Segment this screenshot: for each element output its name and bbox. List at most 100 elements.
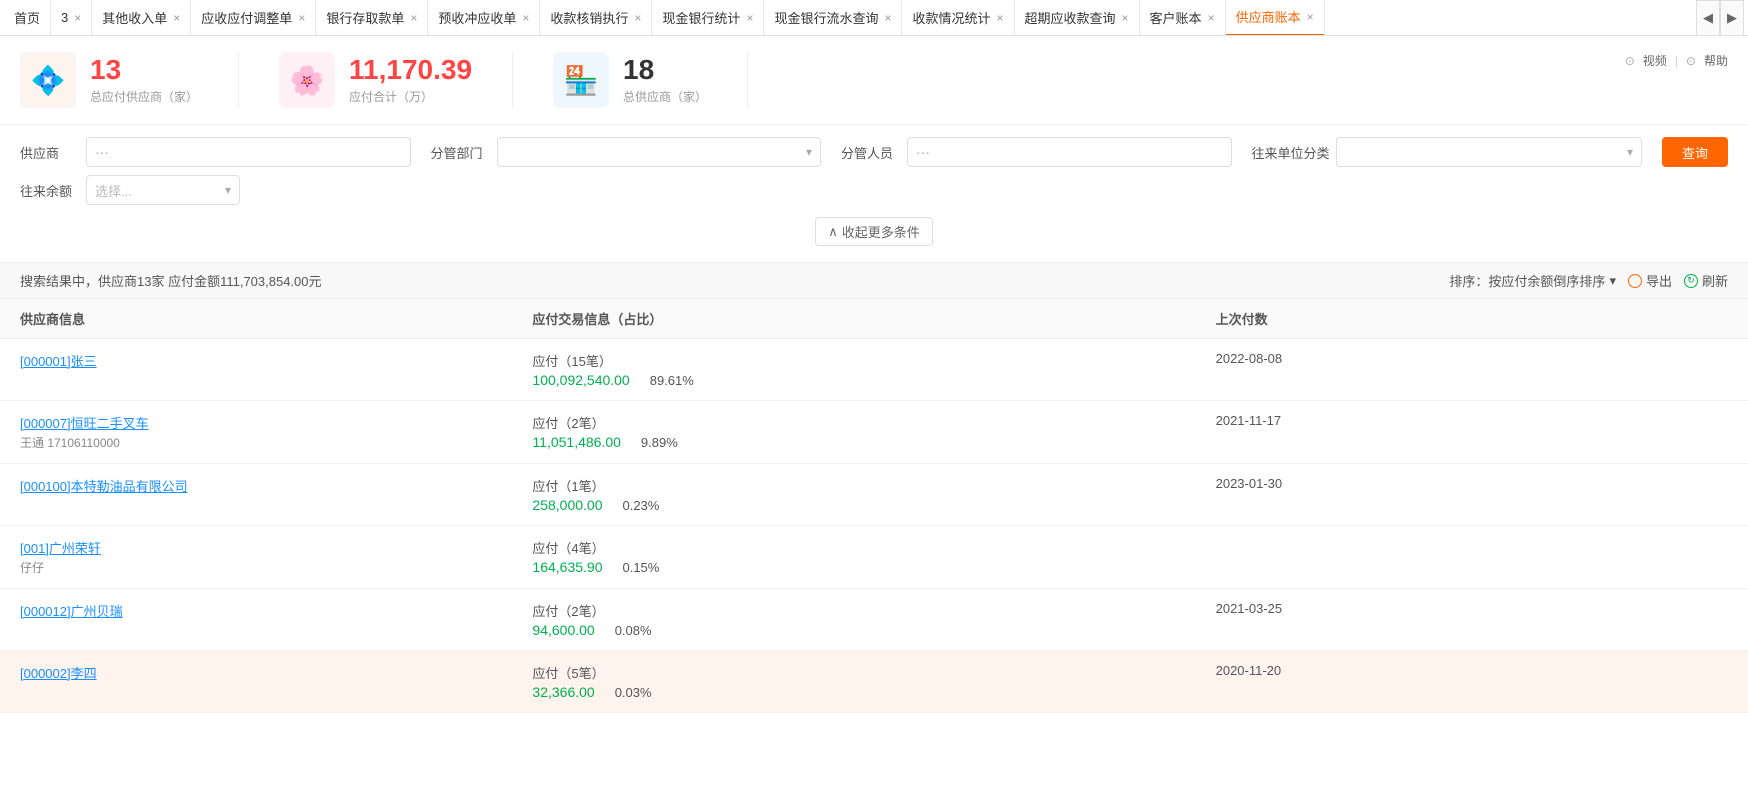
supplier-link-3[interactable]: [001]广州荣轩 bbox=[20, 538, 532, 557]
supplier-dots: ··· bbox=[95, 144, 109, 160]
transaction-info-1: 应付（2笔） 11,051,486.00 9.89% bbox=[532, 413, 1215, 450]
trans-row-2: 258,000.00 0.23% bbox=[532, 495, 1215, 513]
nav-tab-supplierbook[interactable]: 供应商账本× bbox=[1226, 0, 1325, 36]
tab-close-advance[interactable]: × bbox=[522, 11, 529, 25]
tab-close-custbook[interactable]: × bbox=[1208, 11, 1215, 25]
lastpay-date-2: 2023-01-30 bbox=[1216, 476, 1283, 491]
video-link[interactable]: 视频 bbox=[1643, 52, 1667, 69]
trans-pct-0: 89.61% bbox=[650, 373, 694, 388]
nav-tab-adjust[interactable]: 应收应付调整单× bbox=[191, 0, 316, 36]
nav-prev-arrow[interactable]: ◀ bbox=[1696, 0, 1720, 36]
supplier-link-0[interactable]: [000001]张三 bbox=[20, 351, 532, 370]
stat-block-payable-suppliers: 💠 13 总应付供应商（家） bbox=[20, 52, 239, 108]
sort-chevron: ▾ bbox=[1609, 273, 1616, 289]
nav-tab-verify[interactable]: 收款核销执行× bbox=[540, 0, 652, 36]
trans-row-4: 94,600.00 0.08% bbox=[532, 620, 1215, 638]
nav-tab-bank[interactable]: 银行存取款单× bbox=[316, 0, 428, 36]
tab-close-tab3[interactable]: × bbox=[74, 11, 81, 25]
refresh-label: 刷新 bbox=[1702, 271, 1728, 290]
supplier-link-2[interactable]: [000100]本特勒油品有限公司 bbox=[20, 476, 532, 495]
nav-tab-cashstat[interactable]: 现金银行统计× bbox=[652, 0, 764, 36]
nav-tab-custbook[interactable]: 客户账本× bbox=[1140, 0, 1226, 36]
trans-row-3: 164,635.90 0.15% bbox=[532, 557, 1215, 575]
stat-text-suppliers: 18 总供应商（家） bbox=[623, 56, 707, 105]
supplier-select[interactable]: ··· bbox=[86, 137, 411, 167]
dept-select[interactable]: ▾ bbox=[497, 137, 822, 167]
supplier-info-4: [000012]广州贝瑞 bbox=[20, 601, 532, 620]
transaction-info-5: 应付（5笔） 32,366.00 0.03% bbox=[532, 663, 1215, 700]
trans-pct-5: 0.03% bbox=[615, 685, 652, 700]
balance-select[interactable]: 选择... ▾ bbox=[86, 175, 240, 205]
trans-pct-4: 0.08% bbox=[615, 623, 652, 638]
trans-row-5: 32,366.00 0.03% bbox=[532, 682, 1215, 700]
tab-close-bank[interactable]: × bbox=[410, 11, 417, 25]
supplier-info-3: [001]广州荣轩 仔仔 bbox=[20, 538, 532, 576]
supplier-sub-3: 仔仔 bbox=[20, 559, 532, 576]
filter-row-2: 往来余额 选择... ▾ bbox=[20, 175, 1728, 205]
balance-chevron: ▾ bbox=[225, 183, 231, 197]
balance-label: 往来余额 bbox=[20, 181, 80, 200]
table-row[interactable]: [000007]恒旺二手叉车 王通 17106110000 应付（2笔） 11,… bbox=[0, 401, 1748, 464]
person-filter: 分管人员 ··· bbox=[841, 137, 1232, 167]
category-chevron: ▾ bbox=[1627, 145, 1633, 159]
tab-close-cashflow[interactable]: × bbox=[884, 11, 891, 25]
category-label: 往来单位分类 bbox=[1252, 143, 1330, 162]
nav-tab-income[interactable]: 其他收入单× bbox=[92, 0, 191, 36]
table-row[interactable]: [000012]广州贝瑞 应付（2笔） 94,600.00 0.08% 2021… bbox=[0, 589, 1748, 651]
sort-selector[interactable]: 排序：按应付余额倒序排序 ▾ bbox=[1449, 271, 1616, 290]
top-right-links: ⊙ 视频 | ⊙ 帮助 bbox=[1625, 52, 1728, 69]
supplier-link-5[interactable]: [000002]李四 bbox=[20, 663, 532, 682]
trans-row-1: 11,051,486.00 9.89% bbox=[532, 432, 1215, 450]
person-select[interactable]: ··· bbox=[907, 137, 1232, 167]
tab-close-recstat[interactable]: × bbox=[997, 11, 1004, 25]
payable-label: 总应付供应商（家） bbox=[90, 88, 198, 105]
supplier-link-4[interactable]: [000012]广州贝瑞 bbox=[20, 601, 532, 620]
header-lastpay: 上次付数 bbox=[1216, 309, 1728, 328]
tab-close-income[interactable]: × bbox=[173, 11, 180, 25]
table-row[interactable]: [001]广州荣轩 仔仔 应付（4笔） 164,635.90 0.15% bbox=[0, 526, 1748, 589]
payable-total-icon: 🌸 bbox=[279, 52, 335, 108]
trans-pct-3: 0.15% bbox=[622, 560, 659, 575]
category-select[interactable]: ▾ bbox=[1336, 137, 1642, 167]
help-link[interactable]: 帮助 bbox=[1704, 52, 1728, 69]
stat-text-payable: 13 总应付供应商（家） bbox=[90, 56, 198, 105]
payable-value: 13 bbox=[90, 56, 198, 84]
query-button[interactable]: 查询 bbox=[1662, 137, 1728, 167]
supplier-label: 供应商 bbox=[20, 143, 80, 162]
lastpay-2: 2023-01-30 bbox=[1216, 476, 1728, 491]
collapse-button[interactable]: ∧ 收起更多条件 bbox=[815, 217, 933, 246]
stat-text-total: 11,170.39 应付合计（万） bbox=[349, 56, 472, 105]
trans-amount-2: 258,000.00 bbox=[532, 497, 602, 513]
tab-close-adjust[interactable]: × bbox=[298, 11, 305, 25]
lastpay-0: 2022-08-08 bbox=[1216, 351, 1728, 366]
table-row[interactable]: [000001]张三 应付（15笔） 100,092,540.00 89.61%… bbox=[0, 339, 1748, 401]
nav-tab-tab3[interactable]: 3× bbox=[51, 0, 92, 36]
nav-tab-overdue[interactable]: 超期应收款查询× bbox=[1015, 0, 1140, 36]
refresh-button[interactable]: ↻ 刷新 bbox=[1684, 271, 1728, 290]
table-row[interactable]: [000100]本特勒油品有限公司 应付（1笔） 258,000.00 0.23… bbox=[0, 464, 1748, 526]
nav-next-arrow[interactable]: ▶ bbox=[1720, 0, 1744, 36]
export-button[interactable]: 导出 bbox=[1628, 271, 1672, 290]
tab-close-cashstat[interactable]: × bbox=[746, 11, 753, 25]
trans-label-1: 应付（2笔） bbox=[532, 413, 1215, 432]
nav-tab-cashflow[interactable]: 现金银行流水查询× bbox=[764, 0, 902, 36]
table-row[interactable]: [000002]李四 应付（5笔） 32,366.00 0.03% 2020-1… bbox=[0, 651, 1748, 713]
collapse-icon: ∧ bbox=[828, 224, 838, 240]
header-transaction: 应付交易信息（占比） bbox=[532, 309, 1215, 328]
nav-tab-advance[interactable]: 预收冲应收单× bbox=[428, 0, 540, 36]
transaction-info-0: 应付（15笔） 100,092,540.00 89.61% bbox=[532, 351, 1215, 388]
supplier-info-0: [000001]张三 bbox=[20, 351, 532, 370]
stat-block-total-suppliers: 🏪 18 总供应商（家） bbox=[553, 52, 748, 108]
supplier-info-2: [000100]本特勒油品有限公司 bbox=[20, 476, 532, 495]
nav-tab-recstat[interactable]: 收款情况统计× bbox=[902, 0, 1014, 36]
tab-close-overdue[interactable]: × bbox=[1122, 11, 1129, 25]
trans-amount-3: 164,635.90 bbox=[532, 559, 602, 575]
tab-close-verify[interactable]: × bbox=[634, 11, 641, 25]
transaction-info-2: 应付（1笔） 258,000.00 0.23% bbox=[532, 476, 1215, 513]
tab-close-supplierbook[interactable]: × bbox=[1307, 10, 1314, 24]
main-content: 💠 13 总应付供应商（家） 🌸 11,170.39 应付合计（万） 🏪 18 … bbox=[0, 36, 1748, 794]
nav-tab-home[interactable]: 首页 bbox=[4, 0, 51, 36]
trans-pct-1: 9.89% bbox=[641, 435, 678, 450]
sort-label: 排序：按应付余额倒序排序 bbox=[1449, 271, 1605, 290]
supplier-link-1[interactable]: [000007]恒旺二手叉车 bbox=[20, 413, 532, 432]
